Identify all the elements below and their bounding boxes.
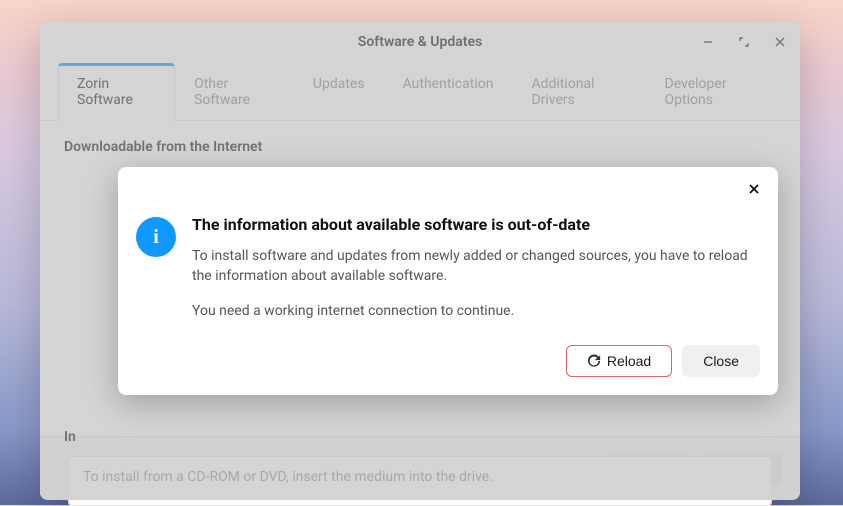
dialog-close-button[interactable] [742, 177, 766, 201]
reload-label: Reload [607, 353, 651, 369]
dialog-close-footer-button[interactable]: Close [682, 345, 760, 377]
dialog-title: The information about available software… [192, 215, 760, 234]
dialog-body: i The information about available softwa… [136, 185, 760, 335]
dialog-text: The information about available software… [192, 215, 760, 335]
dialog-para-1: To install software and updates from new… [192, 246, 760, 287]
dialog-footer: Reload Close [136, 345, 760, 377]
dialog-para-2: You need a working internet connection t… [192, 301, 760, 321]
info-icon: i [136, 217, 176, 257]
reload-button[interactable]: Reload [566, 345, 672, 377]
reload-icon [587, 354, 601, 368]
software-updates-window: Software & Updates Zorin Software Other … [40, 22, 800, 500]
info-dialog: i The information about available softwa… [118, 167, 778, 395]
